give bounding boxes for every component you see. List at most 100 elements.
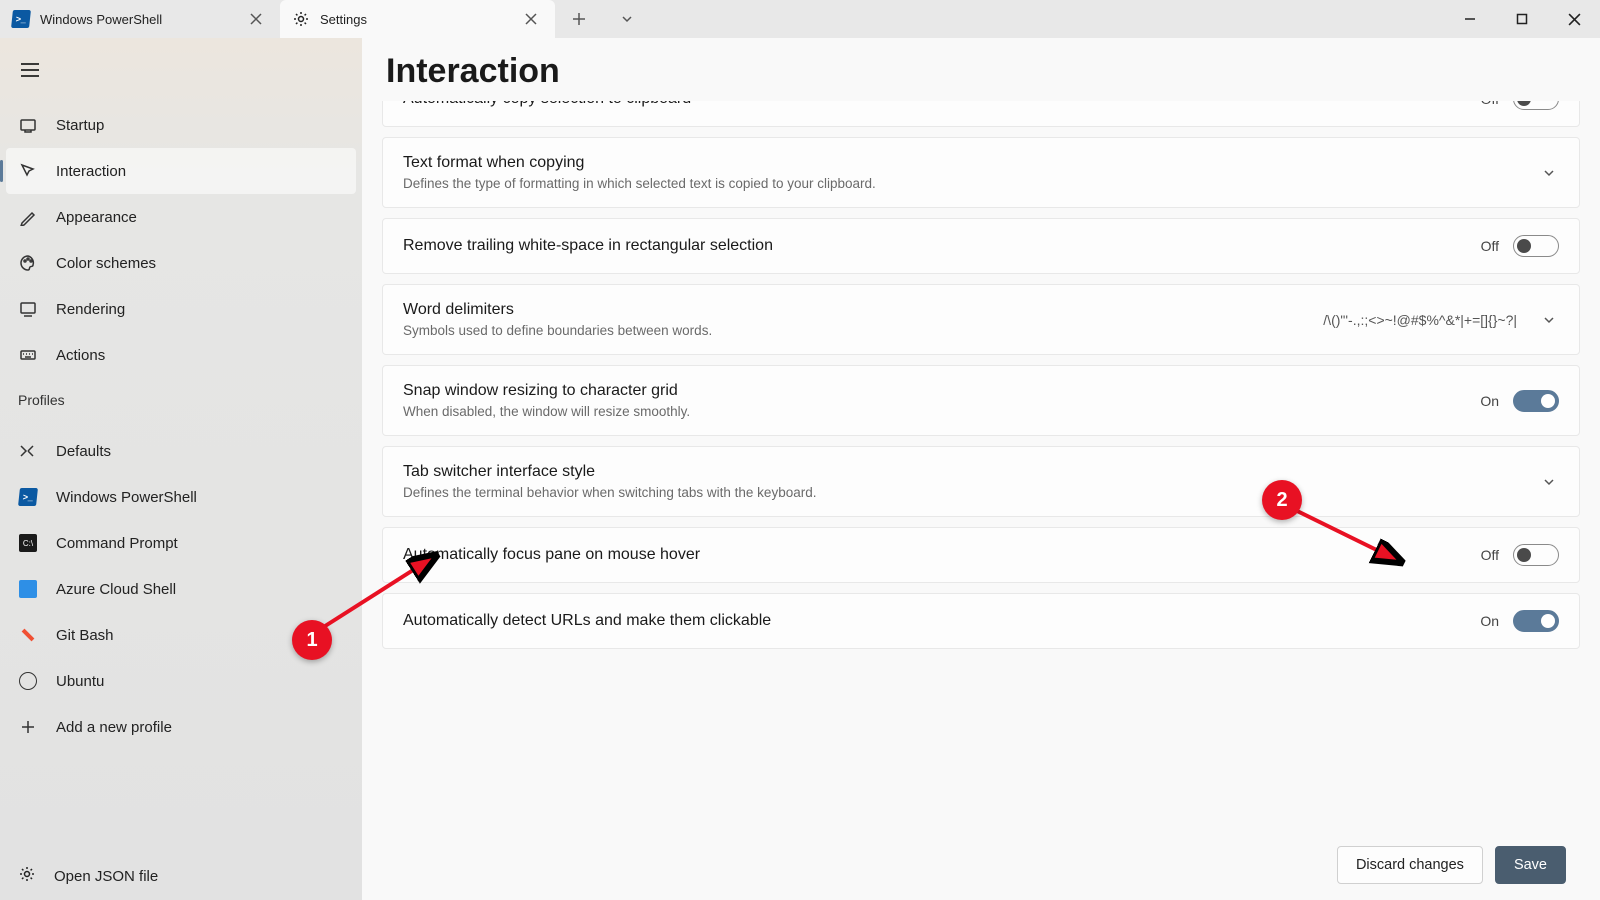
azure-icon: [18, 579, 38, 599]
sidebar-item-label: Git Bash: [56, 627, 114, 644]
toggle-switch[interactable]: [1513, 101, 1559, 110]
gear-icon: [292, 10, 310, 28]
sidebar-item-label: Ubuntu: [56, 673, 104, 690]
close-icon[interactable]: [244, 7, 268, 31]
toggle-switch[interactable]: [1513, 235, 1559, 257]
tab-settings[interactable]: Settings: [280, 0, 555, 38]
sidebar-item-label: Command Prompt: [56, 535, 178, 552]
powershell-icon: >_: [12, 10, 30, 28]
hamburger-button[interactable]: [8, 50, 52, 90]
annotation-badge-1: 1: [292, 620, 332, 660]
tab-dropdown-button[interactable]: [603, 0, 651, 38]
maximize-button[interactable]: [1496, 0, 1548, 38]
open-json-file[interactable]: Open JSON file: [0, 852, 362, 900]
ubuntu-icon: [18, 671, 38, 691]
profile-defaults[interactable]: Defaults: [0, 428, 362, 474]
toggle-switch[interactable]: [1513, 390, 1559, 412]
sidebar-item-label: Actions: [56, 347, 105, 364]
setting-subtitle: Defines the type of formatting in which …: [403, 176, 1539, 191]
setting-title: Remove trailing white-space in rectangul…: [403, 237, 1481, 255]
appearance-icon: [18, 207, 38, 227]
tab-powershell[interactable]: >_ Windows PowerShell: [0, 0, 280, 38]
minimize-button[interactable]: [1444, 0, 1496, 38]
content-area: Interaction Automatically copy selection…: [362, 38, 1600, 900]
close-window-button[interactable]: [1548, 0, 1600, 38]
page-title: Interaction: [362, 38, 1600, 101]
setting-word-delimiters[interactable]: Word delimiters Symbols used to define b…: [382, 284, 1580, 355]
setting-title: Automatically copy selection to clipboar…: [403, 101, 1481, 108]
sidebar-item-label: Appearance: [56, 209, 137, 226]
setting-title: Automatically focus pane on mouse hover: [403, 546, 1481, 564]
rendering-icon: [18, 299, 38, 319]
setting-detect-urls[interactable]: Automatically detect URLs and make them …: [382, 593, 1580, 649]
profile-powershell[interactable]: >_ Windows PowerShell: [0, 474, 362, 520]
sidebar-item-label: Startup: [56, 117, 104, 134]
plus-icon: [18, 717, 38, 737]
sidebar-item-rendering[interactable]: Rendering: [0, 286, 362, 332]
setting-subtitle: When disabled, the window will resize sm…: [403, 404, 1480, 419]
profiles-header: Profiles: [0, 378, 362, 416]
annotation-badge-2: 2: [1262, 480, 1302, 520]
sidebar-item-color-schemes[interactable]: Color schemes: [0, 240, 362, 286]
setting-tab-switcher[interactable]: Tab switcher interface style Defines the…: [382, 446, 1580, 517]
toggle-state-label: On: [1480, 613, 1499, 629]
toggle-state-label: Off: [1481, 547, 1499, 563]
chevron-down-icon: [1539, 163, 1559, 183]
toggle-switch[interactable]: [1513, 610, 1559, 632]
sidebar-item-label: Add a new profile: [56, 719, 172, 736]
defaults-icon: [18, 441, 38, 461]
sidebar: Startup Interaction Appearance Color sch…: [0, 38, 362, 900]
profile-cmd[interactable]: C:\ Command Prompt: [0, 520, 362, 566]
sidebar-item-appearance[interactable]: Appearance: [0, 194, 362, 240]
setting-title: Text format when copying: [403, 154, 1539, 172]
gear-icon: [18, 865, 36, 887]
settings-scroll[interactable]: Automatically copy selection to clipboar…: [362, 101, 1600, 830]
setting-subtitle: Defines the terminal behavior when switc…: [403, 485, 1539, 500]
toggle-state-label: Off: [1481, 238, 1499, 254]
setting-text-format[interactable]: Text format when copying Defines the typ…: [382, 137, 1580, 208]
word-delimiters-value: /\()"'-.,:;<>~!@#$%^&*|+=[]{}~?|: [1323, 312, 1517, 328]
setting-trim-trailing[interactable]: Remove trailing white-space in rectangul…: [382, 218, 1580, 274]
sidebar-item-actions[interactable]: Actions: [0, 332, 362, 378]
tab-actions: [555, 0, 651, 38]
sidebar-item-startup[interactable]: Startup: [0, 102, 362, 148]
toggle-switch[interactable]: [1513, 544, 1559, 566]
discard-button[interactable]: Discard changes: [1337, 846, 1483, 884]
setting-title: Word delimiters: [403, 301, 1323, 319]
palette-icon: [18, 253, 38, 273]
toggle-state-label: On: [1480, 393, 1499, 409]
sidebar-item-label: Interaction: [56, 163, 126, 180]
title-bar: >_ Windows PowerShell Settings: [0, 0, 1600, 38]
save-button[interactable]: Save: [1495, 846, 1566, 884]
sidebar-item-label: Color schemes: [56, 255, 156, 272]
open-json-label: Open JSON file: [54, 868, 158, 885]
interaction-icon: [18, 161, 38, 181]
setting-auto-copy[interactable]: Automatically copy selection to clipboar…: [382, 101, 1580, 127]
sidebar-item-interaction[interactable]: Interaction: [6, 148, 356, 194]
sidebar-item-label: Defaults: [56, 443, 111, 460]
setting-title: Tab switcher interface style: [403, 463, 1539, 481]
tab-label: Settings: [320, 12, 367, 27]
footer: Discard changes Save: [362, 830, 1600, 900]
setting-snap-resize[interactable]: Snap window resizing to character grid W…: [382, 365, 1580, 436]
sidebar-item-label: Rendering: [56, 301, 125, 318]
setting-title: Automatically detect URLs and make them …: [403, 612, 1480, 630]
keyboard-icon: [18, 345, 38, 365]
gitbash-icon: [18, 625, 38, 645]
chevron-down-icon: [1539, 310, 1559, 330]
new-tab-button[interactable]: [555, 0, 603, 38]
tab-label: Windows PowerShell: [40, 12, 162, 27]
setting-focus-hover[interactable]: Automatically focus pane on mouse hover …: [382, 527, 1580, 583]
cmd-icon: C:\: [18, 533, 38, 553]
sidebar-item-label: Azure Cloud Shell: [56, 581, 176, 598]
toggle-state-label: Off: [1481, 101, 1499, 107]
setting-subtitle: Symbols used to define boundaries betwee…: [403, 323, 1323, 338]
profile-azure[interactable]: Azure Cloud Shell: [0, 566, 362, 612]
powershell-icon: >_: [18, 487, 38, 507]
profile-ubuntu[interactable]: Ubuntu: [0, 658, 362, 704]
close-icon[interactable]: [519, 7, 543, 31]
window-controls: [1444, 0, 1600, 38]
chevron-down-icon: [1539, 472, 1559, 492]
startup-icon: [18, 115, 38, 135]
add-profile[interactable]: Add a new profile: [0, 704, 362, 750]
